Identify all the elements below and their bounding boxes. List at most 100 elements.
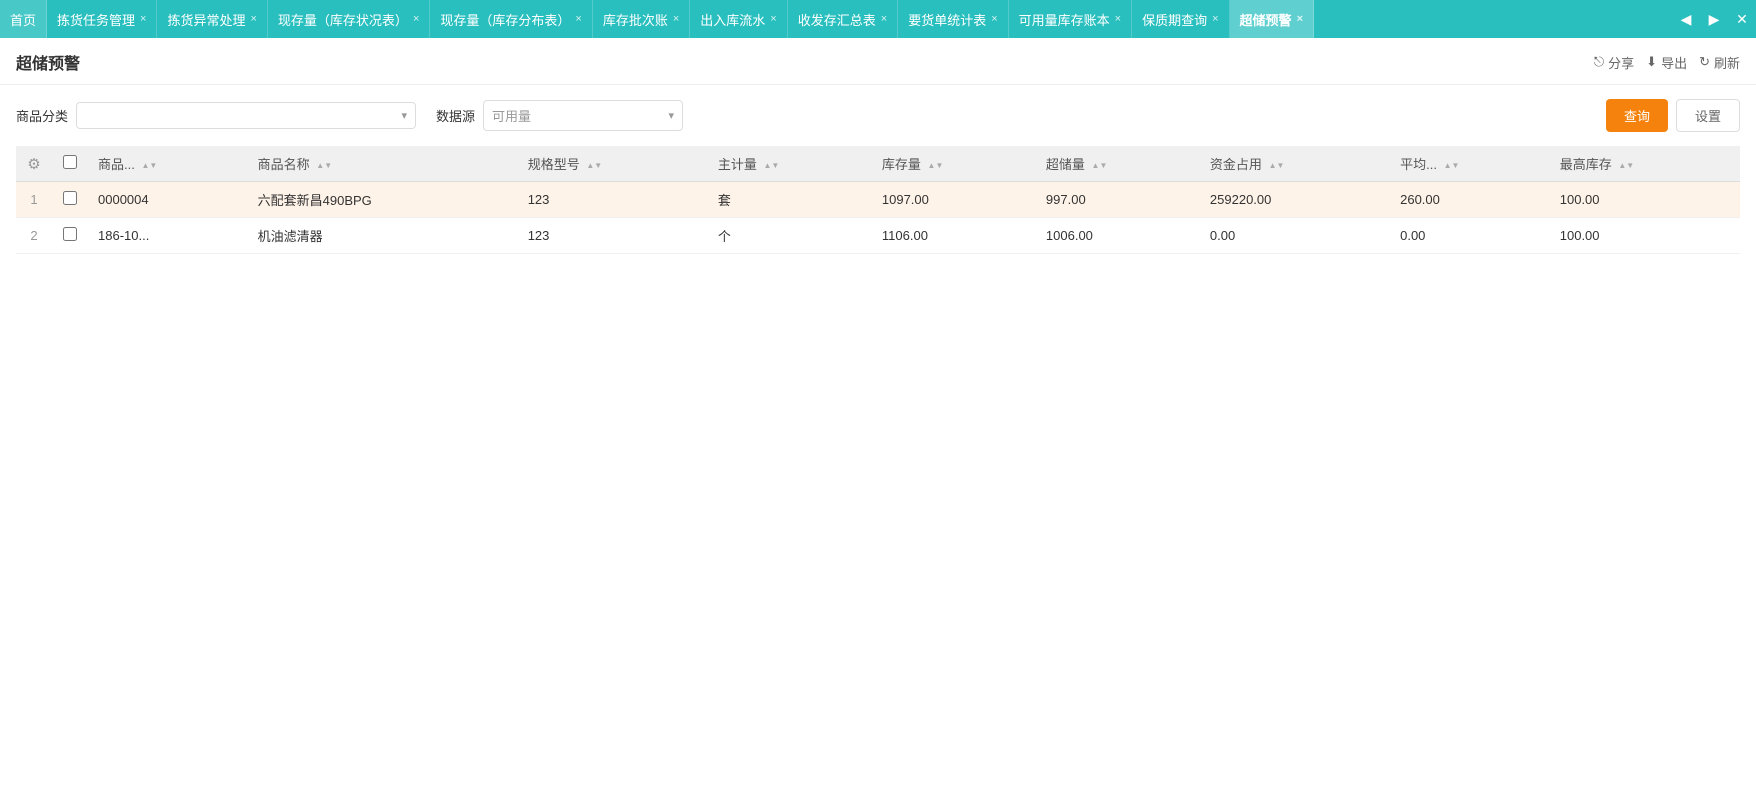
sort-icon-capital-occ: ▲▼ [1269,162,1285,170]
filter-actions: 查询 设置 [1606,99,1740,132]
page-title: 超储预警 [16,50,80,74]
sort-icon-stock: ▲▼ [928,162,944,170]
overstock-table: ⚙ 商品... ▲▼ 商品名称 ▲▼ 规格型号 ▲▼ [16,146,1740,254]
sort-icon-overstock: ▲▼ [1092,162,1108,170]
close-recv-send[interactable]: × [881,13,887,25]
sort-icon-spec: ▲▼ [586,162,602,170]
row-unit: 套 [708,182,872,218]
row-unit: 个 [708,218,872,254]
row-avg: 0.00 [1390,218,1550,254]
settings-button[interactable]: 设置 [1676,99,1740,132]
refresh-button[interactable]: ↻ 刷新 [1699,53,1740,72]
nav-close-all-button[interactable]: ✕ [1728,0,1756,38]
col-commodity-code[interactable]: 商品... ▲▼ [88,146,248,182]
col-stock[interactable]: 库存量 ▲▼ [872,146,1036,182]
col-overstock[interactable]: 超储量 ▲▼ [1036,146,1200,182]
header-actions: ⎋ 分享 ⬇ 导出 ↻ 刷新 [1594,53,1740,72]
chevron-down-icon-2: ▾ [669,109,675,122]
data-source-value: 可用量 [492,106,531,125]
sort-icon-commodity-name: ▲▼ [316,162,332,170]
table-checkbox-header[interactable] [52,146,88,182]
row-checkbox[interactable] [63,227,77,241]
top-navigation: 首页 拣货任务管理 × 拣货异常处理 × 现存量（库存状况表） × 现存量（库存… [0,0,1756,38]
row-avg: 260.00 [1390,182,1550,218]
sort-icon-max-stock: ▲▼ [1618,162,1634,170]
gear-icon[interactable]: ⚙ [27,156,40,173]
row-overstock: 1006.00 [1036,218,1200,254]
share-button[interactable]: ⎋ 分享 [1594,53,1634,72]
close-abnormal[interactable]: × [250,13,256,25]
share-icon: ⎋ [1594,54,1604,70]
filter-bar: 商品分类 ▾ 数据源 可用量 ▾ 查询 设置 [0,85,1756,146]
row-commodity-code: 186-10... [88,218,248,254]
nav-order-stats[interactable]: 要货单统计表 × [898,0,1008,38]
close-batch-account[interactable]: × [673,13,679,25]
close-inout-flow[interactable]: × [770,13,776,25]
row-commodity-name: 机油滤清器 [248,218,518,254]
select-all-checkbox[interactable] [63,155,77,169]
close-inventory-dist[interactable]: × [575,13,581,25]
row-stock: 1106.00 [872,218,1036,254]
row-capital-occ: 259220.00 [1200,182,1390,218]
filter-data-source-label: 数据源 [436,106,475,125]
close-avail-account[interactable]: × [1115,13,1121,25]
row-num: 1 [16,182,52,218]
row-spec: 123 [518,182,708,218]
row-num: 2 [16,218,52,254]
nav-avail-account[interactable]: 可用量库存账本 × [1009,0,1132,38]
row-overstock: 997.00 [1036,182,1200,218]
close-quality-check[interactable]: × [1212,13,1218,25]
export-icon: ⬇ [1646,54,1657,70]
nav-recv-send[interactable]: 收发存汇总表 × [788,0,898,38]
col-commodity-name[interactable]: 商品名称 ▲▼ [248,146,518,182]
chevron-down-icon: ▾ [401,109,407,122]
row-checkbox[interactable] [63,191,77,205]
nav-inventory-status[interactable]: 现存量（库存状况表） × [268,0,430,38]
nav-home[interactable]: 首页 [0,0,47,38]
filter-commodity-category-label: 商品分类 [16,106,68,125]
col-spec[interactable]: 规格型号 ▲▼ [518,146,708,182]
data-source-select[interactable]: 可用量 ▾ [483,100,683,131]
row-commodity-name: 六配套新昌490BPG [248,182,518,218]
table-row: 1 0000004 六配套新昌490BPG 123 套 1097.00 997.… [16,182,1740,218]
table-container: ⚙ 商品... ▲▼ 商品名称 ▲▼ 规格型号 ▲▼ [0,146,1756,254]
col-capital-occ[interactable]: 资金占用 ▲▼ [1200,146,1390,182]
table-row: 2 186-10... 机油滤清器 123 个 1106.00 1006.00 … [16,218,1740,254]
nav-quality-check[interactable]: 保质期查询 × [1132,0,1229,38]
query-button[interactable]: 查询 [1606,99,1668,132]
nav-arrows: ◀ ▶ ✕ [1672,0,1756,38]
export-button[interactable]: ⬇ 导出 [1646,53,1687,72]
col-unit[interactable]: 主计量 ▲▼ [708,146,872,182]
nav-task-mgmt[interactable]: 拣货任务管理 × [47,0,157,38]
commodity-category-select[interactable]: ▾ [76,102,416,129]
nav-overstock-warning[interactable]: 超储预警 × [1230,0,1314,38]
row-checkbox-cell [52,218,88,254]
sort-icon-avg: ▲▼ [1444,162,1460,170]
nav-inventory-dist[interactable]: 现存量（库存分布表） × [430,0,592,38]
nav-next-button[interactable]: ▶ [1700,0,1728,38]
row-max-stock: 100.00 [1550,182,1740,218]
row-capital-occ: 0.00 [1200,218,1390,254]
row-max-stock: 100.00 [1550,218,1740,254]
col-max-stock[interactable]: 最高库存 ▲▼ [1550,146,1740,182]
page-header: 超储预警 ⎋ 分享 ⬇ 导出 ↻ 刷新 [0,38,1756,85]
row-commodity-code: 0000004 [88,182,248,218]
filter-data-source: 数据源 可用量 ▾ [436,100,683,131]
close-inventory-status[interactable]: × [413,13,419,25]
nav-batch-account[interactable]: 库存批次账 × [593,0,690,38]
nav-prev-button[interactable]: ◀ [1672,0,1700,38]
nav-abnormal[interactable]: 拣货异常处理 × [157,0,267,38]
close-overstock-warning[interactable]: × [1297,13,1303,25]
row-checkbox-cell [52,182,88,218]
nav-inout-flow[interactable]: 出入库流水 × [690,0,787,38]
page-container: 超储预警 ⎋ 分享 ⬇ 导出 ↻ 刷新 商品分类 ▾ 数据源 [0,38,1756,800]
close-order-stats[interactable]: × [991,13,997,25]
col-avg[interactable]: 平均... ▲▼ [1390,146,1550,182]
refresh-icon: ↻ [1699,54,1710,70]
close-task-mgmt[interactable]: × [140,13,146,25]
table-settings-header[interactable]: ⚙ [16,146,52,182]
filter-commodity-category: 商品分类 ▾ [16,102,416,129]
row-stock: 1097.00 [872,182,1036,218]
sort-icon-unit: ▲▼ [764,162,780,170]
table-header-row: ⚙ 商品... ▲▼ 商品名称 ▲▼ 规格型号 ▲▼ [16,146,1740,182]
